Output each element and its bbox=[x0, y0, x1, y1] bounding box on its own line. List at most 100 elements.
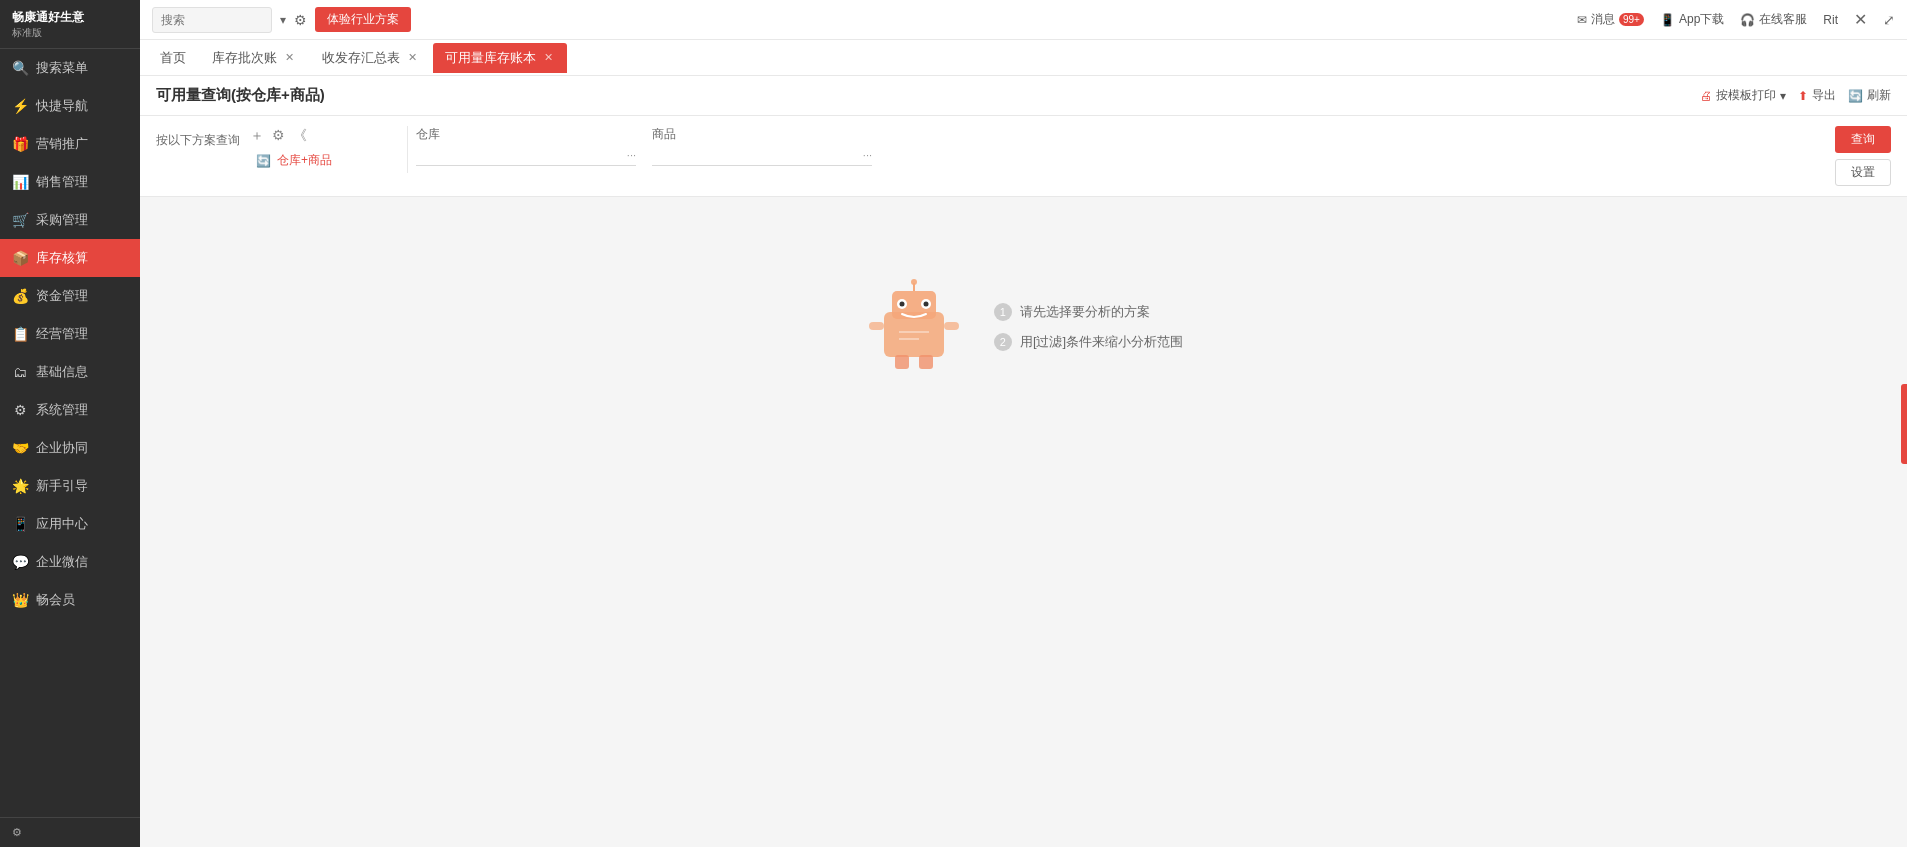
enterprise-icon: 🤝 bbox=[12, 440, 28, 456]
topbar-industry-btn[interactable]: 体验行业方案 bbox=[315, 7, 411, 32]
sidebar-item-shortcut[interactable]: ⚡ 快捷导航 bbox=[0, 87, 140, 125]
tab-batch[interactable]: 库存批次账✕ bbox=[200, 43, 308, 73]
scheme-item-warehouse-product[interactable]: 🔄 仓库+商品 bbox=[248, 148, 399, 173]
shortcut-icon: ⚡ bbox=[12, 98, 28, 114]
tip-text-1: 请先选择要分析的方案 bbox=[1020, 303, 1150, 321]
sidebar-label-shortcut: 快捷导航 bbox=[36, 97, 88, 115]
page-content: 可用量查询(按仓库+商品) 🖨 按模板打印 ▾ ⬆ 导出 🔄 刷新 bbox=[140, 76, 1907, 847]
tab-close-available[interactable]: ✕ bbox=[542, 51, 555, 64]
topbar-expand-btn[interactable]: ⤢ bbox=[1883, 12, 1895, 28]
sidebar-item-finance[interactable]: 💰 资金管理 bbox=[0, 277, 140, 315]
sidebar-item-sales[interactable]: 📊 销售管理 bbox=[0, 163, 140, 201]
collapse-scheme-btn[interactable]: 《 bbox=[291, 126, 309, 144]
topbar-dropdown-btn[interactable]: ▾ bbox=[280, 13, 286, 27]
product-more-btn[interactable]: ··· bbox=[863, 149, 872, 161]
sidebar-label-search: 搜索菜单 bbox=[36, 59, 88, 77]
svg-rect-8 bbox=[869, 322, 884, 330]
filter-area: 按以下方案查询 ＋ ⚙ 《 🔄 仓库+商品 仓库 bbox=[140, 116, 1907, 197]
sidebar-item-appcenter[interactable]: 📱 应用中心 bbox=[0, 505, 140, 543]
add-scheme-btn[interactable]: ＋ bbox=[248, 126, 266, 144]
sidebar-header: 畅康通好生意 标准版 bbox=[0, 0, 140, 49]
topbar-app-btn[interactable]: 📱 App下载 bbox=[1660, 11, 1724, 28]
sidebar-item-newguide[interactable]: 🌟 新手引导 bbox=[0, 467, 140, 505]
filter-field-product: 商品 ··· bbox=[652, 126, 872, 166]
print-icon: 🖨 bbox=[1700, 89, 1712, 103]
config-scheme-btn[interactable]: ⚙ bbox=[270, 126, 287, 144]
tabs-bar: 首页库存批次账✕收发存汇总表✕可用量库存账本✕ bbox=[140, 40, 1907, 76]
filter-actions: 查询 设置 bbox=[1835, 126, 1891, 186]
tab-close-batch[interactable]: ✕ bbox=[283, 51, 296, 64]
sidebar-item-search[interactable]: 🔍 搜索菜单 bbox=[0, 49, 140, 87]
search-icon: 🔍 bbox=[12, 60, 28, 76]
sidebar-item-marketing[interactable]: 🎁 营销推广 bbox=[0, 125, 140, 163]
app-logo-sub: 标准版 bbox=[12, 26, 128, 40]
scheme-icon: 🔄 bbox=[256, 154, 271, 168]
tip-num-2: 2 bbox=[994, 333, 1012, 351]
settings-icon: ⚙ bbox=[12, 826, 22, 839]
sidebar-label-newguide: 新手引导 bbox=[36, 477, 88, 495]
sidebar-item-member[interactable]: 👑 畅会员 bbox=[0, 581, 140, 619]
svg-rect-9 bbox=[944, 322, 959, 330]
refresh-label: 刷新 bbox=[1867, 87, 1891, 104]
product-input[interactable] bbox=[652, 148, 859, 162]
print-btn[interactable]: 🖨 按模板打印 ▾ bbox=[1700, 87, 1786, 104]
sidebar-label-marketing: 营销推广 bbox=[36, 135, 88, 153]
filter-field-warehouse: 仓库 ··· bbox=[416, 126, 636, 166]
tip-text-2: 用[过滤]条件来缩小分析范围 bbox=[1020, 333, 1183, 351]
topbar-user[interactable]: Rit bbox=[1823, 13, 1838, 27]
print-label: 按模板打印 bbox=[1716, 87, 1776, 104]
tab-label-home: 首页 bbox=[160, 49, 186, 67]
topbar: ▾ ⚙ 体验行业方案 ✉ 消息 99+ 📱 App下载 🎧 在线客服 Rit ✕… bbox=[140, 0, 1907, 40]
main-area: ▾ ⚙ 体验行业方案 ✉ 消息 99+ 📱 App下载 🎧 在线客服 Rit ✕… bbox=[140, 0, 1907, 847]
topbar-service-btn[interactable]: 🎧 在线客服 bbox=[1740, 11, 1807, 28]
settings-btn[interactable]: 设置 bbox=[1835, 159, 1891, 186]
empty-state-icon bbox=[864, 277, 964, 377]
svg-point-7 bbox=[911, 279, 917, 285]
sidebar-item-inventory[interactable]: 📦 库存核算 bbox=[0, 239, 140, 277]
topbar-close-btn[interactable]: ✕ bbox=[1854, 10, 1867, 29]
filter-label: 按以下方案查询 bbox=[156, 126, 240, 149]
export-label: 导出 bbox=[1812, 87, 1836, 104]
export-icon: ⬆ bbox=[1798, 89, 1808, 103]
sidebar-label-inventory: 库存核算 bbox=[36, 249, 88, 267]
finance-icon: 💰 bbox=[12, 288, 28, 304]
filter-scheme-actions: ＋ ⚙ 《 bbox=[248, 126, 399, 144]
print-dropdown-icon: ▾ bbox=[1780, 89, 1786, 103]
topbar-gear-btn[interactable]: ⚙ bbox=[294, 12, 307, 28]
filter-fields: 仓库 ··· 商品 ··· bbox=[416, 126, 1827, 166]
tab-available[interactable]: 可用量库存账本✕ bbox=[433, 43, 567, 73]
sidebar-item-purchase[interactable]: 🛒 采购管理 bbox=[0, 201, 140, 239]
sidebar-label-sales: 销售管理 bbox=[36, 173, 88, 191]
sidebar-item-system[interactable]: ⚙ 系统管理 bbox=[0, 391, 140, 429]
tip-num-1: 1 bbox=[994, 303, 1012, 321]
sidebar-label-system: 系统管理 bbox=[36, 401, 88, 419]
newguide-icon: 🌟 bbox=[12, 478, 28, 494]
marketing-icon: 🎁 bbox=[12, 136, 28, 152]
sidebar-item-enterprise[interactable]: 🤝 企业协同 bbox=[0, 429, 140, 467]
query-btn[interactable]: 查询 bbox=[1835, 126, 1891, 153]
refresh-btn[interactable]: 🔄 刷新 bbox=[1848, 87, 1891, 104]
warehouse-more-btn[interactable]: ··· bbox=[627, 149, 636, 161]
sidebar-item-operation[interactable]: 📋 经营管理 bbox=[0, 315, 140, 353]
export-btn[interactable]: ⬆ 导出 bbox=[1798, 87, 1836, 104]
msg-icon: ✉ bbox=[1577, 13, 1587, 27]
sidebar-footer[interactable]: ⚙ bbox=[0, 817, 140, 847]
sidebar-item-basic[interactable]: 🗂 基础信息 bbox=[0, 353, 140, 391]
tab-home[interactable]: 首页 bbox=[148, 43, 198, 73]
sidebar-label-purchase: 采购管理 bbox=[36, 211, 88, 229]
svg-rect-11 bbox=[919, 355, 933, 369]
empty-tips: 1 请先选择要分析的方案 2 用[过滤]条件来缩小分析范围 bbox=[994, 303, 1183, 351]
warehouse-input[interactable] bbox=[416, 148, 623, 162]
product-field-input: ··· bbox=[652, 145, 872, 166]
page-title: 可用量查询(按仓库+商品) bbox=[156, 86, 325, 105]
topbar-search-input[interactable] bbox=[152, 7, 272, 33]
warehouse-field-input: ··· bbox=[416, 145, 636, 166]
tab-summary[interactable]: 收发存汇总表✕ bbox=[310, 43, 431, 73]
topbar-msg-btn[interactable]: ✉ 消息 99+ bbox=[1577, 11, 1644, 28]
sidebar: 畅康通好生意 标准版 🔍 搜索菜单⚡ 快捷导航🎁 营销推广📊 销售管理🛒 采购管… bbox=[0, 0, 140, 847]
system-icon: ⚙ bbox=[12, 402, 28, 418]
sidebar-item-weixin[interactable]: 💬 企业微信 bbox=[0, 543, 140, 581]
svg-rect-10 bbox=[895, 355, 909, 369]
product-field-label: 商品 bbox=[652, 126, 872, 143]
tab-close-summary[interactable]: ✕ bbox=[406, 51, 419, 64]
